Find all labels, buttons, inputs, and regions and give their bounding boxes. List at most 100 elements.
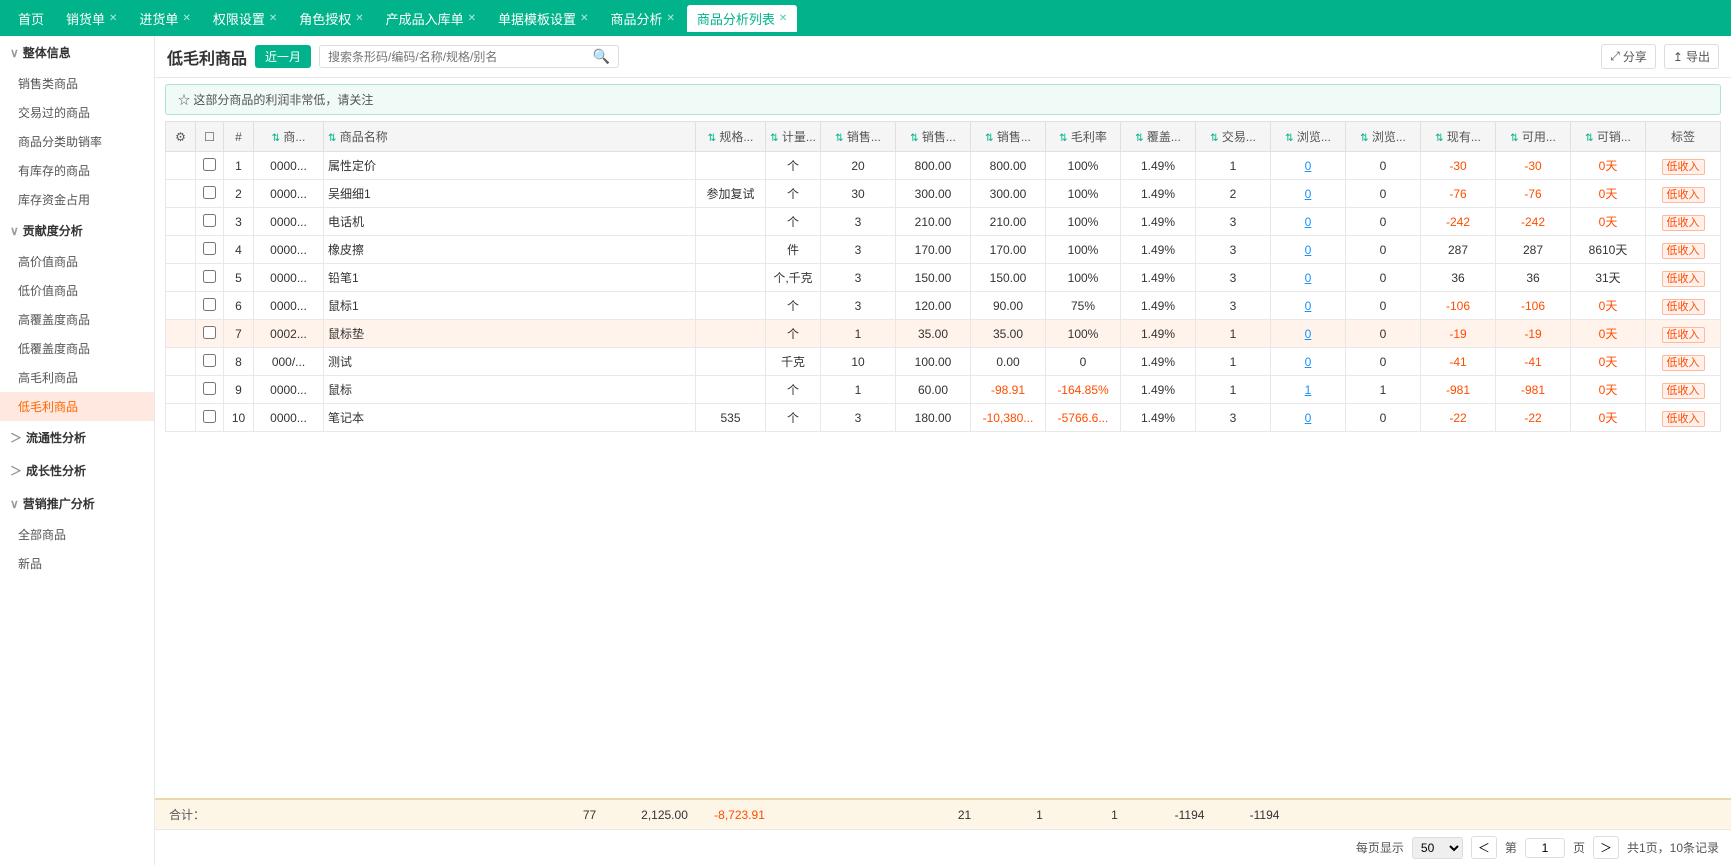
prev-page-button[interactable]: ＜ — [1471, 836, 1497, 859]
nav-product-analysis-list-close[interactable]: ✕ — [779, 13, 787, 24]
col-browse2[interactable]: ⇅ 浏览... — [1346, 122, 1421, 152]
col-name[interactable]: ⇅ 商品名称 — [324, 122, 696, 152]
table-container[interactable]: ⚙ ☐ # ⇅ 商... ⇅ 商品名称 ⇅ 规格... ⇅ 计量... ⇅ 销售… — [155, 121, 1731, 798]
cell-spec — [696, 320, 766, 348]
sidebar-group-overall[interactable]: ∨ 整体信息 — [0, 36, 154, 69]
cell-check[interactable] — [196, 320, 224, 348]
cell-check[interactable] — [196, 376, 224, 404]
col-check-all[interactable]: ☐ — [196, 122, 224, 152]
cell-current: -22 — [1421, 404, 1496, 432]
cell-check[interactable] — [196, 152, 224, 180]
cell-browse1[interactable]: 0 — [1271, 320, 1346, 348]
sidebar-item-high-coverage[interactable]: 高覆盖度商品 — [0, 305, 154, 334]
col-spec[interactable]: ⇅ 规格... — [696, 122, 766, 152]
footer-trade: 21 — [927, 808, 1002, 822]
sidebar-item-all-products[interactable]: 全部商品 — [0, 520, 154, 549]
cell-available: -41 — [1496, 348, 1571, 376]
cell-tag: 低收入 — [1646, 376, 1721, 404]
sidebar-item-new-products[interactable]: 新品 — [0, 549, 154, 578]
nav-template[interactable]: 单据模板设置 ✕ — [488, 5, 598, 32]
col-browse1[interactable]: ⇅ 浏览... — [1271, 122, 1346, 152]
per-page-select[interactable]: 50 20 100 — [1412, 837, 1463, 859]
col-cover[interactable]: ⇅ 覆盖... — [1121, 122, 1196, 152]
nav-product-analysis[interactable]: 商品分析 ✕ — [600, 5, 684, 32]
cell-check[interactable] — [196, 180, 224, 208]
cell-browse1[interactable]: 0 — [1271, 180, 1346, 208]
cell-browse1[interactable]: 0 — [1271, 152, 1346, 180]
next-page-button[interactable]: ＞ — [1593, 836, 1619, 859]
cell-browse1[interactable]: 0 — [1271, 208, 1346, 236]
cell-browse1[interactable]: 1 — [1271, 376, 1346, 404]
cell-tag: 低收入 — [1646, 348, 1721, 376]
sidebar-group-contribution[interactable]: ∨ 贡献度分析 — [0, 214, 154, 247]
search-input[interactable] — [328, 50, 589, 64]
nav-product-analysis-list[interactable]: 商品分析列表 ✕ — [687, 5, 797, 32]
sidebar-item-category-rate[interactable]: 商品分类助销率 — [0, 127, 154, 156]
sidebar-group-circulation[interactable]: ＞ 流通性分析 — [0, 421, 154, 454]
nav-permission[interactable]: 权限设置 ✕ — [203, 5, 287, 32]
page-input[interactable] — [1525, 838, 1565, 858]
sidebar-item-sales-products[interactable]: 销售类商品 — [0, 69, 154, 98]
cell-browse1[interactable]: 0 — [1271, 264, 1346, 292]
cell-check[interactable] — [196, 404, 224, 432]
nav-home[interactable]: 首页 — [8, 5, 54, 32]
col-code[interactable]: ⇅ 商... — [254, 122, 324, 152]
col-sales-price[interactable]: ⇅ 销售... — [896, 122, 971, 152]
cell-cover: 1.49% — [1121, 236, 1196, 264]
sidebar-item-stock-products[interactable]: 有库存的商品 — [0, 156, 154, 185]
sidebar-group-marketing[interactable]: ∨ 营销推广分析 — [0, 487, 154, 520]
sidebar-item-traded-products[interactable]: 交易过的商品 — [0, 98, 154, 127]
sidebar-item-low-profit[interactable]: 低毛利商品 — [0, 392, 154, 421]
col-unit[interactable]: ⇅ 计量... — [766, 122, 821, 152]
col-gross-rate[interactable]: ⇅ 毛利率 — [1046, 122, 1121, 152]
col-sales-profit[interactable]: ⇅ 销售... — [971, 122, 1046, 152]
sidebar-item-capital-usage[interactable]: 库存资金占用 — [0, 185, 154, 214]
nav-product-inbound[interactable]: 产成品入库单 ✕ — [376, 5, 486, 32]
col-current[interactable]: ⇅ 现有... — [1421, 122, 1496, 152]
page-end-label: 页 — [1573, 839, 1585, 856]
nav-product-analysis-close[interactable]: ✕ — [666, 13, 674, 24]
col-settings[interactable]: ⚙ — [166, 122, 196, 152]
filter-button[interactable]: 近一月 — [255, 45, 311, 68]
cell-trade: 3 — [1196, 208, 1271, 236]
sidebar-item-high-value[interactable]: 高价值商品 — [0, 247, 154, 276]
cell-check[interactable] — [196, 292, 224, 320]
cell-browse1[interactable]: 0 — [1271, 236, 1346, 264]
cell-check[interactable] — [196, 264, 224, 292]
col-available[interactable]: ⇅ 可用... — [1496, 122, 1571, 152]
cell-sales-profit: 0.00 — [971, 348, 1046, 376]
cell-check[interactable] — [196, 208, 224, 236]
cell-sellable: 0天 — [1571, 376, 1646, 404]
nav-product-inbound-close[interactable]: ✕ — [468, 13, 476, 24]
nav-role-close[interactable]: ✕ — [355, 13, 363, 24]
nav-sales-close[interactable]: ✕ — [109, 13, 117, 24]
sidebar-item-low-value[interactable]: 低价值商品 — [0, 276, 154, 305]
cell-browse1[interactable]: 0 — [1271, 348, 1346, 376]
col-sellable[interactable]: ⇅ 可销... — [1571, 122, 1646, 152]
sidebar-item-high-profit[interactable]: 高毛利商品 — [0, 363, 154, 392]
nav-role[interactable]: 角色授权 ✕ — [289, 5, 373, 32]
cell-current: 36 — [1421, 264, 1496, 292]
sidebar-item-low-coverage[interactable]: 低覆盖度商品 — [0, 334, 154, 363]
cell-settings — [166, 236, 196, 264]
search-icon[interactable]: 🔍 — [593, 48, 610, 65]
footer-totals: 合计： 77 2,125.00 -8,723.91 21 1 1 -1194 -… — [155, 798, 1731, 829]
cell-browse1[interactable]: 0 — [1271, 404, 1346, 432]
cell-browse1[interactable]: 0 — [1271, 292, 1346, 320]
nav-permission-close[interactable]: ✕ — [269, 13, 277, 24]
search-box[interactable]: 🔍 — [319, 45, 619, 68]
nav-purchase-close[interactable]: ✕ — [182, 13, 190, 24]
share-button[interactable]: ⤢ 分享 — [1601, 44, 1656, 69]
nav-template-close[interactable]: ✕ — [580, 13, 588, 24]
cell-check[interactable] — [196, 236, 224, 264]
nav-purchase[interactable]: 进货单 ✕ — [129, 5, 200, 32]
sidebar-group-growth[interactable]: ＞ 成长性分析 — [0, 454, 154, 487]
col-sales-qty[interactable]: ⇅ 销售... — [821, 122, 896, 152]
export-button[interactable]: ↥ 导出 — [1664, 44, 1719, 69]
cell-trade: 1 — [1196, 152, 1271, 180]
cell-check[interactable] — [196, 348, 224, 376]
nav-sales[interactable]: 销货单 ✕ — [56, 5, 127, 32]
cell-spec — [696, 292, 766, 320]
table-row: 2 0000... 吴细细1 参加复试 个 30 300.00 300.00 1… — [166, 180, 1721, 208]
col-trade[interactable]: ⇅ 交易... — [1196, 122, 1271, 152]
